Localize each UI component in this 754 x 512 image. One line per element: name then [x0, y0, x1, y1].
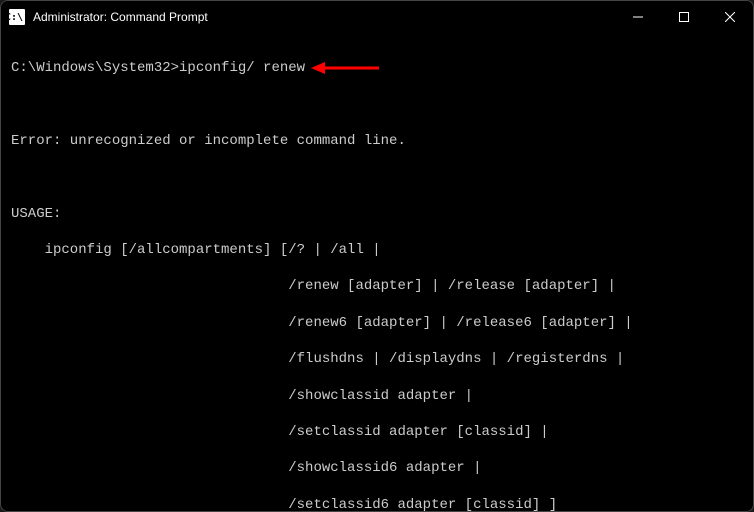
maximize-button[interactable] — [661, 1, 707, 33]
usage-line: /renew [adapter] | /release [adapter] | — [11, 277, 743, 295]
window-title: Administrator: Command Prompt — [33, 10, 615, 24]
blank-line — [11, 96, 743, 114]
usage-line: /setclassid6 adapter [classid] ] — [11, 496, 743, 511]
terminal-area[interactable]: C:\Windows\System32>ipconfig/ renew Erro… — [1, 33, 753, 511]
usage-line: /setclassid adapter [classid] | — [11, 423, 743, 441]
close-button[interactable] — [707, 1, 753, 33]
titlebar[interactable]: C:\. Administrator: Command Prompt — [1, 1, 753, 33]
minimize-icon — [633, 12, 643, 22]
usage-label: USAGE: — [11, 205, 743, 223]
usage-line: /flushdns | /displaydns | /registerdns | — [11, 350, 743, 368]
cmd-icon: C:\. — [9, 9, 25, 25]
usage-line: /showclassid adapter | — [11, 387, 743, 405]
window-controls — [615, 1, 753, 33]
maximize-icon — [679, 12, 689, 22]
error-line: Error: unrecognized or incomplete comman… — [11, 132, 743, 150]
usage-line: /renew6 [adapter] | /release6 [adapter] … — [11, 314, 743, 332]
prompt-path: C:\Windows\System32> — [11, 60, 179, 76]
close-icon — [725, 12, 735, 22]
cmd-window: C:\. Administrator: Command Prompt C:\Wi… — [0, 0, 754, 512]
typed-command: ipconfig/ renew — [179, 60, 305, 76]
annotation-arrow-icon — [311, 57, 381, 79]
usage-line: ipconfig [/allcompartments] [/? | /all | — [11, 241, 743, 259]
prompt-line: C:\Windows\System32>ipconfig/ renew — [11, 59, 743, 77]
minimize-button[interactable] — [615, 1, 661, 33]
usage-line: /showclassid6 adapter | — [11, 459, 743, 477]
blank-line — [11, 168, 743, 186]
